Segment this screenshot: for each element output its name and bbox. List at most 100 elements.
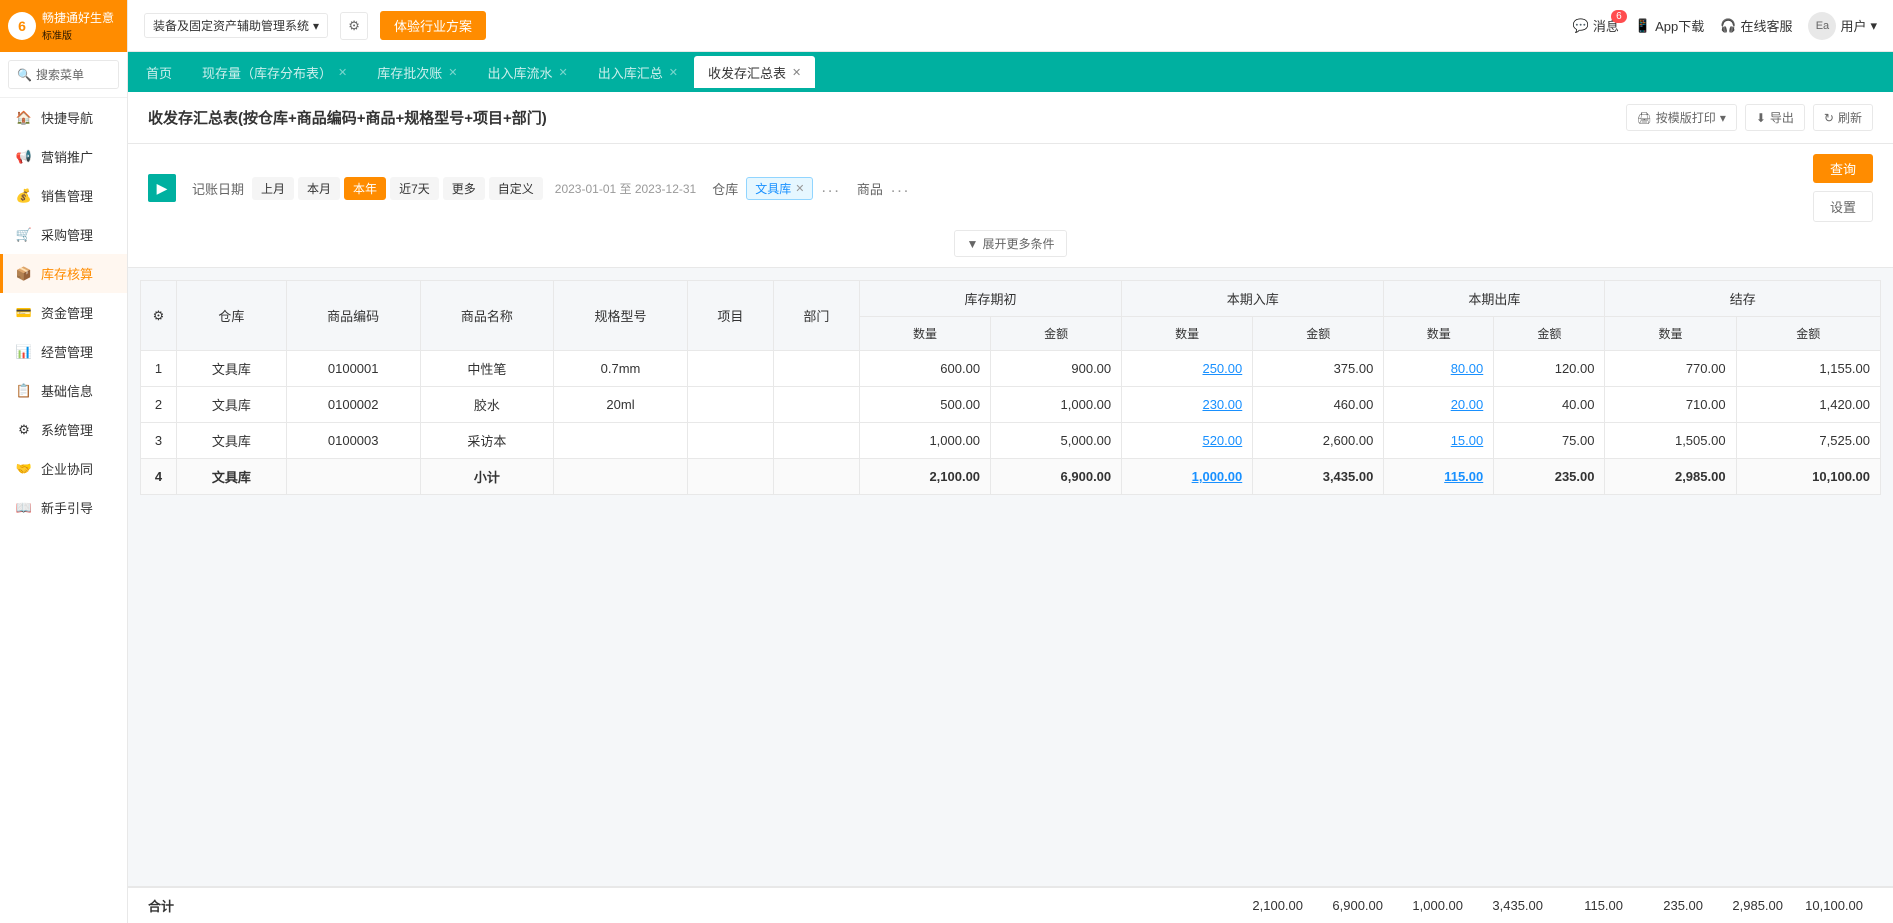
avatar: Ea [1808,12,1836,40]
sidebar-item-quick-nav-label: 快捷导航 [41,108,93,127]
row-in-qty[interactable]: 1,000.00 [1122,459,1253,495]
tab-home[interactable]: 首页 [132,56,186,88]
row-bal-qty: 1,505.00 [1605,423,1736,459]
row-dept [773,351,859,387]
row-in-qty[interactable]: 230.00 [1122,387,1253,423]
page-actions: 🖨 按模版打印 ▾ ⬇ 导出 ↻ 刷新 [1626,104,1873,131]
table-footer: 合计 2,100.00 6,900.00 1,000.00 3,435.00 1… [128,886,1893,923]
trial-button[interactable]: 体验行业方案 [380,11,486,40]
row-in-qty-link[interactable]: 520.00 [1202,433,1242,448]
set-button[interactable]: 设置 [1813,191,1873,222]
sidebar-item-guide[interactable]: 📖 新手引导 [0,488,127,527]
row-out-qty[interactable]: 115.00 [1384,459,1494,495]
goods-label: 商品 [857,179,883,198]
tab-batch[interactable]: 库存批次账 ✕ [363,56,471,88]
warehouse-tag: 文具库 ✕ [746,177,813,200]
row-out-amt: 120.00 [1494,351,1605,387]
app-download-label: App下载 [1655,16,1704,35]
main-area: 装备及固定资产辅助管理系统 ▾ ⚙ 体验行业方案 💬 消息 6 📱 App下载 … [128,0,1893,923]
refresh-button[interactable]: ↻ 刷新 [1813,104,1873,131]
date-range: 2023-01-01 至 2023-12-31 [555,180,696,197]
quick-nav-icon: 🏠 [15,109,33,127]
tab-inout-summary-close[interactable]: ✕ [669,66,678,79]
filter-row-1: ▶ 记账日期 上月 本月 本年 近7天 更多 自定义 2023-01-01 至 … [148,154,1873,222]
row-no: 4 [141,459,177,495]
row-in-amt: 2,600.00 [1253,423,1384,459]
user-menu[interactable]: Ea 用户 ▾ [1808,12,1877,40]
date-btn-this-year[interactable]: 本年 [344,177,386,200]
sidebar-item-basic[interactable]: 📋 基础信息 [0,371,127,410]
row-in-qty-link[interactable]: 230.00 [1202,397,1242,412]
export-label: 导出 [1770,109,1794,126]
search-menu-button[interactable]: 🔍 搜索菜单 [8,60,119,89]
system-selector[interactable]: 装备及固定资产辅助管理系统 ▾ [144,13,328,38]
row-warehouse: 文具库 [177,387,287,423]
row-in-qty-link[interactable]: 1,000.00 [1192,469,1243,484]
search-menu-label: 搜索菜单 [36,66,84,83]
inventory-icon: 📦 [15,265,33,283]
sidebar-item-system[interactable]: ⚙ 系统管理 [0,410,127,449]
date-btn-7days[interactable]: 近7天 [390,177,439,200]
sidebar-item-purchase[interactable]: 🛒 采购管理 [0,215,127,254]
tab-bar: 首页 现存量（库存分布表） ✕ 库存批次账 ✕ 出入库流水 ✕ 出入库汇总 ✕ … [128,52,1893,92]
tab-batch-close[interactable]: ✕ [448,66,457,79]
tab-inout-summary-label: 出入库汇总 [598,63,663,82]
operation-icon: 📊 [15,343,33,361]
warehouse-tag-close[interactable]: ✕ [795,182,804,195]
tab-inout-flow-close[interactable]: ✕ [559,66,568,79]
print-button[interactable]: 🖨 按模版打印 ▾ [1626,104,1737,131]
date-btn-this-month[interactable]: 本月 [298,177,340,200]
row-out-amt: 235.00 [1494,459,1605,495]
row-out-qty-link[interactable]: 80.00 [1451,361,1484,376]
sidebar-nav: 🏠 快捷导航 📢 营销推广 💰 销售管理 🛒 采购管理 📦 库存核算 💳 资金管… [0,98,127,923]
table-settings-icon[interactable]: ⚙ [141,281,177,351]
row-warehouse: 文具库 [177,351,287,387]
tab-inout-summary[interactable]: 出入库汇总 ✕ [584,56,692,88]
date-btn-last-month[interactable]: 上月 [252,177,294,200]
row-in-amt: 460.00 [1253,387,1384,423]
row-out-qty-link[interactable]: 20.00 [1451,397,1484,412]
row-out-qty[interactable]: 15.00 [1384,423,1494,459]
tab-inout-flow[interactable]: 出入库流水 ✕ [473,56,581,88]
sidebar-item-sales[interactable]: 💰 销售管理 [0,176,127,215]
row-out-qty-link[interactable]: 115.00 [1444,469,1483,484]
sidebar-item-marketing[interactable]: 📢 营销推广 [0,137,127,176]
export-button[interactable]: ⬇ 导出 [1745,104,1805,131]
row-out-qty-link[interactable]: 15.00 [1451,433,1484,448]
app-download-button[interactable]: 📱 App下载 [1635,16,1704,35]
query-button[interactable]: 查询 [1813,154,1873,183]
sidebar-item-guide-label: 新手引导 [41,498,93,517]
tab-recv-send[interactable]: 收发存汇总表 ✕ [694,56,815,88]
tab-recv-send-close[interactable]: ✕ [792,66,801,79]
warehouse-dots[interactable]: ... [821,179,840,197]
row-warehouse: 文具库 [177,423,287,459]
sidebar-item-operation[interactable]: 📊 经营管理 [0,332,127,371]
expand-conditions-button[interactable]: ▼ 展开更多条件 [954,230,1068,257]
row-bal-amt: 1,155.00 [1736,351,1880,387]
goods-dots[interactable]: ... [891,179,910,197]
row-out-qty[interactable]: 20.00 [1384,387,1494,423]
row-out-qty[interactable]: 80.00 [1384,351,1494,387]
online-service-button[interactable]: 🎧 在线客服 [1720,16,1792,35]
row-dept [773,459,859,495]
sidebar-item-collab[interactable]: 🤝 企业协同 [0,449,127,488]
message-icon: 💬 [1573,18,1589,34]
date-btn-more[interactable]: 更多 [443,177,485,200]
messages-button[interactable]: 💬 消息 6 [1573,16,1619,35]
date-btn-custom[interactable]: 自定义 [489,177,543,200]
row-open-qty: 1,000.00 [859,423,990,459]
row-in-qty[interactable]: 520.00 [1122,423,1253,459]
tab-stock-dist-close[interactable]: ✕ [338,66,347,79]
sidebar-item-quick-nav[interactable]: 🏠 快捷导航 [0,98,127,137]
row-in-qty-link[interactable]: 250.00 [1202,361,1242,376]
row-in-qty[interactable]: 250.00 [1122,351,1253,387]
table-row: 1文具库0100001中性笔0.7mm600.00900.00250.00375… [141,351,1881,387]
tab-stock-dist[interactable]: 现存量（库存分布表） ✕ [188,56,361,88]
filter-toggle-button[interactable]: ▶ [148,174,176,202]
refresh-icon: ↻ [1824,111,1834,125]
sidebar-item-finance[interactable]: 💳 资金管理 [0,293,127,332]
row-name: 胶水 [420,387,554,423]
row-out-amt: 75.00 [1494,423,1605,459]
settings-icon-button[interactable]: ⚙ [340,12,368,40]
sidebar-item-inventory[interactable]: 📦 库存核算 [0,254,127,293]
